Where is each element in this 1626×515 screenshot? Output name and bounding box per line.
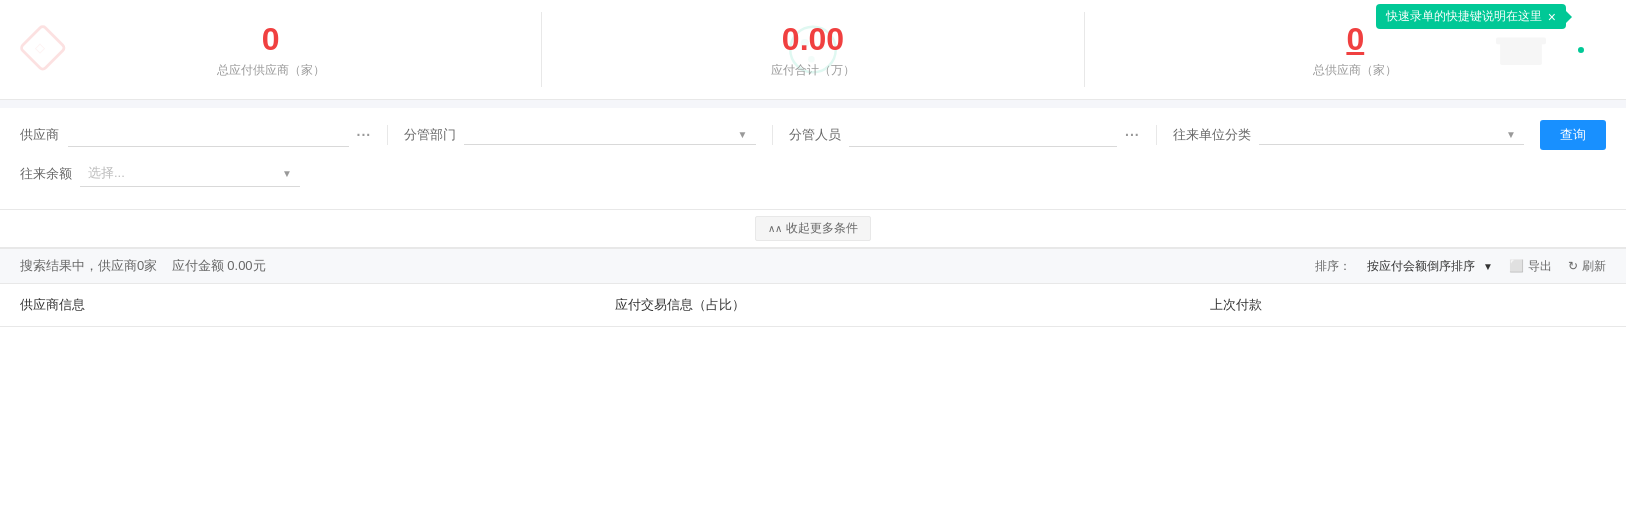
- sort-chevron-icon: ▼: [1483, 261, 1493, 272]
- col-header-supplier: 供应商信息: [20, 296, 615, 314]
- table-body: [0, 327, 1626, 515]
- result-amount: 应付金额 0.00元: [172, 258, 266, 273]
- svg-rect-6: [1500, 41, 1542, 64]
- tooltip-close-btn[interactable]: ×: [1548, 10, 1556, 24]
- collapse-label: 收起更多条件: [786, 220, 858, 237]
- collapse-bar: ∧∧ 收起更多条件: [0, 210, 1626, 248]
- total-suppliers-label: 总供应商（家）: [1313, 62, 1397, 79]
- payable-total-label: 应付合计（万）: [771, 62, 855, 79]
- stat-total-suppliers: 快速录单的快捷键说明在这里 × 0 总供应商（家）: [1085, 12, 1626, 87]
- sort-select[interactable]: 按应付会额倒序排序 ▼: [1367, 258, 1493, 275]
- diamond-icon: ◇: [18, 22, 73, 77]
- tooltip-bubble: 快速录单的快捷键说明在这里 ×: [1376, 4, 1566, 29]
- divider-2: [772, 125, 773, 145]
- person-label: 分管人员: [789, 126, 841, 144]
- result-summary: 搜索结果中，供应商0家 应付金额 0.00元: [20, 257, 266, 275]
- department-chevron-icon: ▼: [738, 129, 748, 140]
- export-label: 导出: [1528, 258, 1552, 275]
- divider-1: [387, 125, 388, 145]
- department-select[interactable]: ▼: [464, 125, 755, 145]
- filter-row-1: 供应商 ··· 分管部门 ▼ 分管人员 ··· 往来单位分类 ▼: [20, 120, 1606, 150]
- query-button[interactable]: 查询: [1540, 120, 1606, 150]
- balance-chevron-icon: ▼: [282, 168, 292, 179]
- sort-label: 排序：: [1315, 258, 1351, 275]
- payable-total-number: 0.00: [782, 20, 844, 58]
- table-section: 供应商信息 应付交易信息（占比） 上次付款: [0, 284, 1626, 515]
- suppliers-payable-label: 总应付供应商（家）: [217, 62, 325, 79]
- col-header-last-payment: 上次付款: [1210, 296, 1607, 314]
- balance-select[interactable]: 选择... ▼: [80, 160, 300, 187]
- filter-section: 供应商 ··· 分管部门 ▼ 分管人员 ··· 往来单位分类 ▼: [0, 108, 1626, 210]
- table-header: 供应商信息 应付交易信息（占比） 上次付款: [0, 284, 1626, 327]
- unit-class-chevron-icon: ▼: [1506, 129, 1516, 140]
- unit-class-label: 往来单位分类: [1173, 126, 1251, 144]
- refresh-label: 刷新: [1582, 258, 1606, 275]
- filter-person-group: 分管人员 ···: [789, 123, 1140, 147]
- collapse-chevron-icon: ∧∧: [768, 223, 782, 234]
- refresh-button[interactable]: ↻ 刷新: [1568, 258, 1606, 275]
- svg-rect-7: [1496, 37, 1546, 44]
- supplier-label: 供应商: [20, 126, 60, 144]
- supplier-dots-btn[interactable]: ···: [357, 127, 372, 143]
- result-bar: 搜索结果中，供应商0家 应付金额 0.00元 排序： 按应付会额倒序排序 ▼ ⬜…: [0, 248, 1626, 284]
- unit-class-select[interactable]: ▼: [1259, 125, 1524, 145]
- suppliers-icon: [1496, 30, 1546, 70]
- suppliers-payable-number: 0: [262, 20, 280, 58]
- filter-supplier-group: 供应商 ···: [20, 123, 371, 147]
- total-suppliers-number: 0: [1346, 20, 1364, 58]
- filter-row-2: 往来余额 选择... ▼: [20, 160, 1606, 187]
- result-count: 搜索结果中，供应商0家: [20, 258, 157, 273]
- filter-balance-group: 往来余额 选择... ▼: [20, 160, 300, 187]
- tooltip-dot: [1576, 45, 1586, 55]
- filter-department-group: 分管部门 ▼: [404, 125, 755, 145]
- balance-select-text: 选择...: [88, 164, 125, 182]
- result-actions: 排序： 按应付会额倒序排序 ▼ ⬜ 导出 ↻ 刷新: [1315, 258, 1606, 275]
- supplier-input[interactable]: [68, 123, 349, 147]
- stat-suppliers-payable: ◇ 0 总应付供应商（家）: [0, 12, 542, 87]
- sort-value: 按应付会额倒序排序: [1367, 258, 1475, 275]
- export-button[interactable]: ⬜ 导出: [1509, 258, 1552, 275]
- collapse-button[interactable]: ∧∧ 收起更多条件: [755, 216, 871, 241]
- svg-text:◇: ◇: [35, 40, 45, 55]
- stats-bar: ◇ 0 总应付供应商（家） 0.00 应付合计（万） 快速录单的快捷键说明在这里…: [0, 0, 1626, 100]
- divider-3: [1156, 125, 1157, 145]
- col-header-transaction: 应付交易信息（占比）: [615, 296, 1210, 314]
- refresh-icon: ↻: [1568, 259, 1578, 273]
- filter-unit-class-group: 往来单位分类 ▼: [1173, 125, 1524, 145]
- balance-label: 往来余额: [20, 165, 72, 183]
- stat-payable-total: 0.00 应付合计（万）: [542, 12, 1084, 87]
- export-icon: ⬜: [1509, 259, 1524, 273]
- person-dots-btn[interactable]: ···: [1125, 127, 1140, 143]
- department-label: 分管部门: [404, 126, 456, 144]
- tooltip-text: 快速录单的快捷键说明在这里: [1386, 8, 1542, 25]
- person-input[interactable]: [849, 123, 1118, 147]
